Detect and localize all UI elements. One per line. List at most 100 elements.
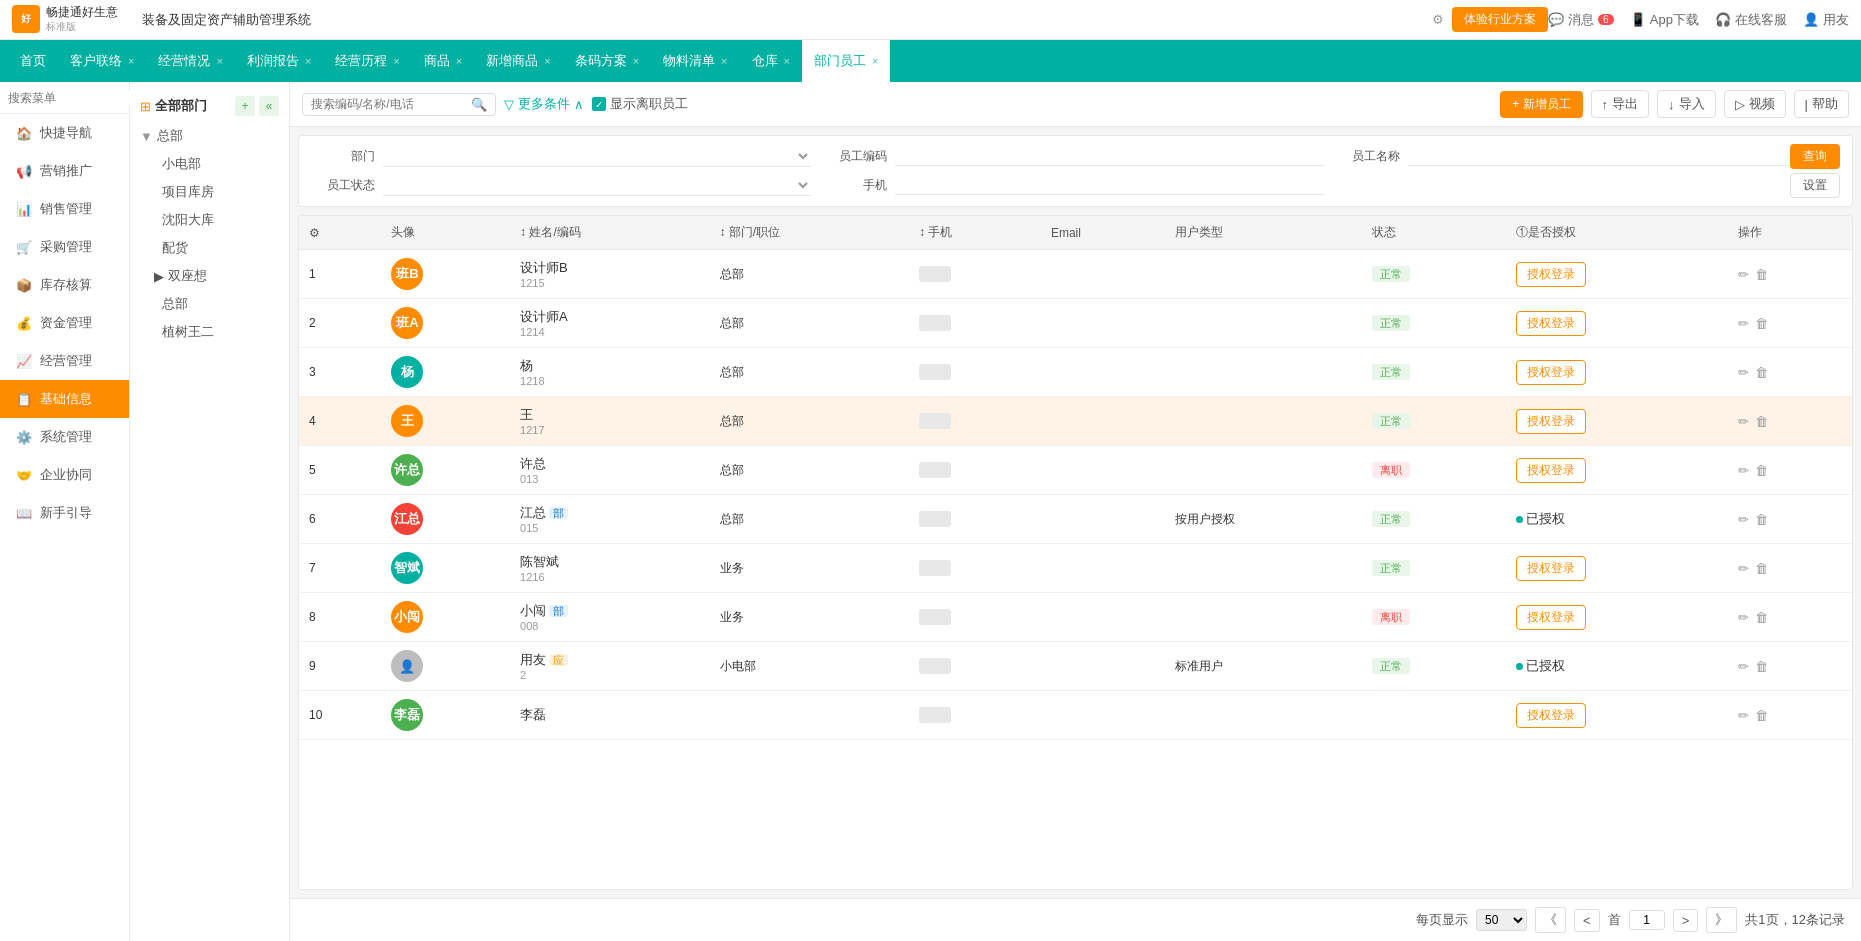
col-name[interactable]: ↕ 姓名/编码 — [510, 216, 709, 250]
delete-icon-8[interactable]: 🗑 — [1755, 659, 1768, 674]
auth-btn-7[interactable]: 授权登录 — [1516, 605, 1586, 630]
import-button[interactable]: ↓ 导入 — [1657, 90, 1716, 118]
dept-item-shuangzuo[interactable]: ▶ 双座想 — [138, 262, 289, 290]
help-button[interactable]: | 帮助 — [1794, 90, 1849, 118]
next-page-btn[interactable]: > — [1673, 909, 1699, 932]
first-page-btn[interactable]: 《 — [1535, 907, 1566, 933]
edit-icon-3[interactable]: ✏ — [1738, 414, 1749, 429]
sidebar-item-purchase[interactable]: 🛒采购管理 — [0, 228, 129, 266]
per-page-select[interactable]: 50 20 100 — [1476, 909, 1527, 931]
nav-tab-经营历程[interactable]: 经营历程× — [323, 40, 411, 82]
col-settings[interactable]: ⚙ — [299, 216, 381, 250]
sidebar-search-bar[interactable]: 🔍 — [0, 82, 129, 114]
dept-item-zhishu[interactable]: 植树王二 — [138, 318, 289, 346]
edit-icon-5[interactable]: ✏ — [1738, 512, 1749, 527]
edit-icon-1[interactable]: ✏ — [1738, 316, 1749, 331]
nav-tab-条码方案[interactable]: 条码方案× — [563, 40, 651, 82]
show-inactive-toggle[interactable]: ✓ 显示离职员工 — [592, 95, 688, 113]
sidebar-item-marketing[interactable]: 📢营销推广 — [0, 152, 129, 190]
nav-tab-部门员工[interactable]: 部门员工× — [802, 40, 890, 82]
edit-icon-4[interactable]: ✏ — [1738, 463, 1749, 478]
user-button[interactable]: 👤 用友 — [1803, 11, 1849, 29]
edit-icon-6[interactable]: ✏ — [1738, 561, 1749, 576]
edit-icon-7[interactable]: ✏ — [1738, 610, 1749, 625]
sidebar-item-basic-info[interactable]: 📋基础信息 — [0, 380, 129, 418]
delete-icon-6[interactable]: 🗑 — [1755, 561, 1768, 576]
dept-add-btn[interactable]: + — [235, 96, 255, 116]
filter-phone-input[interactable] — [895, 176, 1323, 195]
auth-btn-1[interactable]: 授权登录 — [1516, 311, 1586, 336]
edit-icon-8[interactable]: ✏ — [1738, 659, 1749, 674]
edit-icon-0[interactable]: ✏ — [1738, 267, 1749, 282]
nav-tab-物料清单[interactable]: 物料清单× — [651, 40, 739, 82]
sidebar-item-operation[interactable]: 📈经营管理 — [0, 342, 129, 380]
edit-icon-9[interactable]: ✏ — [1738, 708, 1749, 723]
sidebar-item-finance[interactable]: 💰资金管理 — [0, 304, 129, 342]
tab-close-物料清单[interactable]: × — [721, 55, 727, 67]
nav-tab-首页[interactable]: 首页 — [8, 40, 58, 82]
dept-collapse-btn[interactable]: « — [259, 96, 279, 116]
export-button[interactable]: ↑ 导出 — [1591, 90, 1650, 118]
add-employee-button[interactable]: + 新增员工 — [1500, 91, 1582, 118]
tab-close-条码方案[interactable]: × — [633, 55, 639, 67]
filter-search-button[interactable]: 查询 — [1790, 144, 1840, 169]
search-input-wrap[interactable]: 🔍 — [302, 93, 496, 116]
delete-icon-4[interactable]: 🗑 — [1755, 463, 1768, 478]
auth-btn-6[interactable]: 授权登录 — [1516, 556, 1586, 581]
dept-item-xiaodian[interactable]: 小电部 — [138, 150, 289, 178]
trial-button[interactable]: 体验行业方案 — [1452, 7, 1548, 32]
delete-icon-7[interactable]: 🗑 — [1755, 610, 1768, 625]
tab-close-商品[interactable]: × — [456, 55, 462, 67]
tab-close-部门员工[interactable]: × — [872, 55, 878, 67]
page-number-input[interactable] — [1629, 910, 1665, 930]
tab-close-经营情况[interactable]: × — [216, 55, 222, 67]
delete-icon-9[interactable]: 🗑 — [1755, 708, 1768, 723]
more-filter-btn[interactable]: ▽ 更多条件 ∧ — [504, 95, 584, 113]
auth-btn-2[interactable]: 授权登录 — [1516, 360, 1586, 385]
sidebar-item-guide[interactable]: 📖新手引导 — [0, 494, 129, 532]
tab-close-新增商品[interactable]: × — [544, 55, 550, 67]
nav-tab-仓库[interactable]: 仓库× — [740, 40, 802, 82]
last-page-btn[interactable]: 》 — [1706, 907, 1737, 933]
message-button[interactable]: 💬 消息 6 — [1548, 11, 1614, 29]
dept-item-zongbu[interactable]: 总部 — [138, 290, 289, 318]
dept-item-peihuo[interactable]: 配货 — [138, 234, 289, 262]
filter-reset-button[interactable]: 设置 — [1790, 173, 1840, 198]
online-service-button[interactable]: 🎧 在线客服 — [1715, 11, 1787, 29]
sidebar-item-stock[interactable]: 📦库存核算 — [0, 266, 129, 304]
filter-dept-select[interactable] — [383, 146, 811, 167]
show-inactive-checkbox[interactable]: ✓ — [592, 97, 606, 111]
nav-tab-利润报告[interactable]: 利润报告× — [235, 40, 323, 82]
tab-close-经营历程[interactable]: × — [393, 55, 399, 67]
nav-tab-商品[interactable]: 商品× — [412, 40, 474, 82]
filter-status-select[interactable] — [383, 175, 811, 196]
auth-btn-9[interactable]: 授权登录 — [1516, 703, 1586, 728]
dept-item-shenyang[interactable]: 沈阳大库 — [138, 206, 289, 234]
delete-icon-5[interactable]: 🗑 — [1755, 512, 1768, 527]
edit-icon-2[interactable]: ✏ — [1738, 365, 1749, 380]
sidebar-item-system[interactable]: ⚙️系统管理 — [0, 418, 129, 456]
auth-btn-0[interactable]: 授权登录 — [1516, 262, 1586, 287]
video-button[interactable]: ▷ 视频 — [1724, 90, 1786, 118]
delete-icon-0[interactable]: 🗑 — [1755, 267, 1768, 282]
filter-emp-name-input[interactable] — [1408, 147, 1836, 166]
dept-item-project[interactable]: 项目库房 — [138, 178, 289, 206]
filter-emp-code-input[interactable] — [895, 147, 1323, 166]
delete-icon-1[interactable]: 🗑 — [1755, 316, 1768, 331]
sidebar-item-quick-nav[interactable]: 🏠快捷导航 — [0, 114, 129, 152]
sidebar-item-sales[interactable]: 📊销售管理 — [0, 190, 129, 228]
prev-page-btn[interactable]: < — [1574, 909, 1600, 932]
settings-icon[interactable]: ⚙ — [1432, 12, 1444, 27]
auth-btn-4[interactable]: 授权登录 — [1516, 458, 1586, 483]
search-input[interactable] — [311, 97, 471, 111]
nav-tab-新增商品[interactable]: 新增商品× — [474, 40, 562, 82]
tab-close-利润报告[interactable]: × — [305, 55, 311, 67]
auth-btn-3[interactable]: 授权登录 — [1516, 409, 1586, 434]
col-dept[interactable]: ↕ 部门/职位 — [710, 216, 909, 250]
tab-close-仓库[interactable]: × — [784, 55, 790, 67]
nav-tab-经营情况[interactable]: 经营情况× — [146, 40, 234, 82]
tab-close-客户联络[interactable]: × — [128, 55, 134, 67]
app-download-button[interactable]: 📱 App下载 — [1630, 11, 1699, 29]
delete-icon-3[interactable]: 🗑 — [1755, 414, 1768, 429]
delete-icon-2[interactable]: 🗑 — [1755, 365, 1768, 380]
